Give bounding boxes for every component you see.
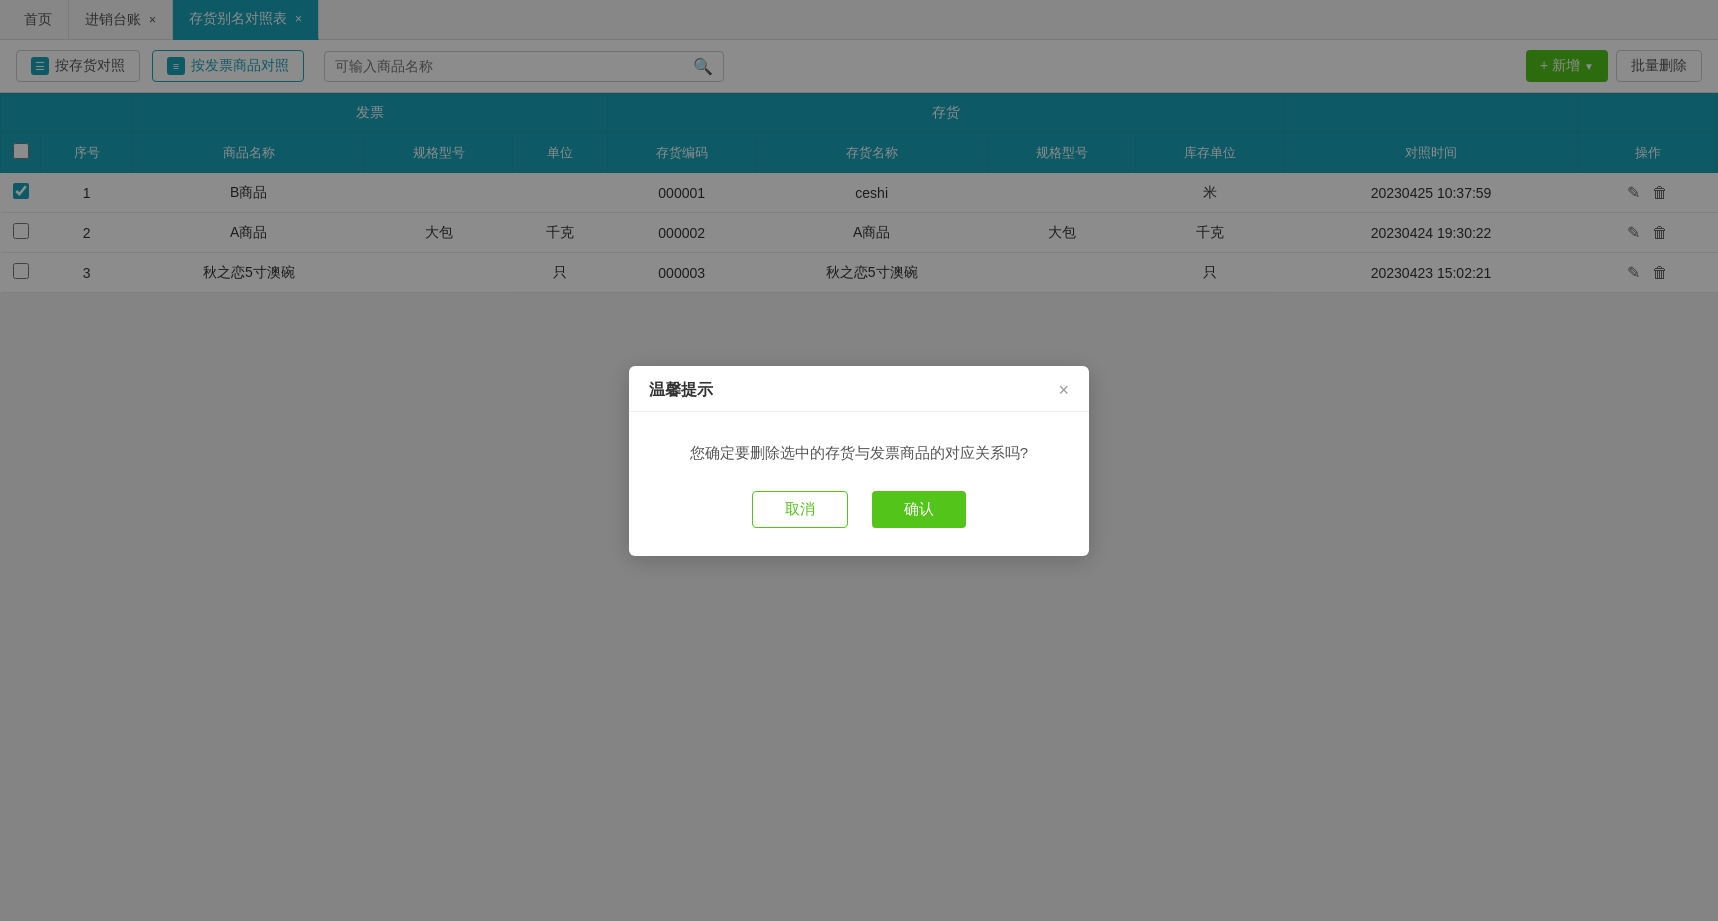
modal-overlay: 温馨提示 × 您确定要删除选中的存货与发票商品的对应关系吗? 取消 确认: [0, 0, 1718, 293]
